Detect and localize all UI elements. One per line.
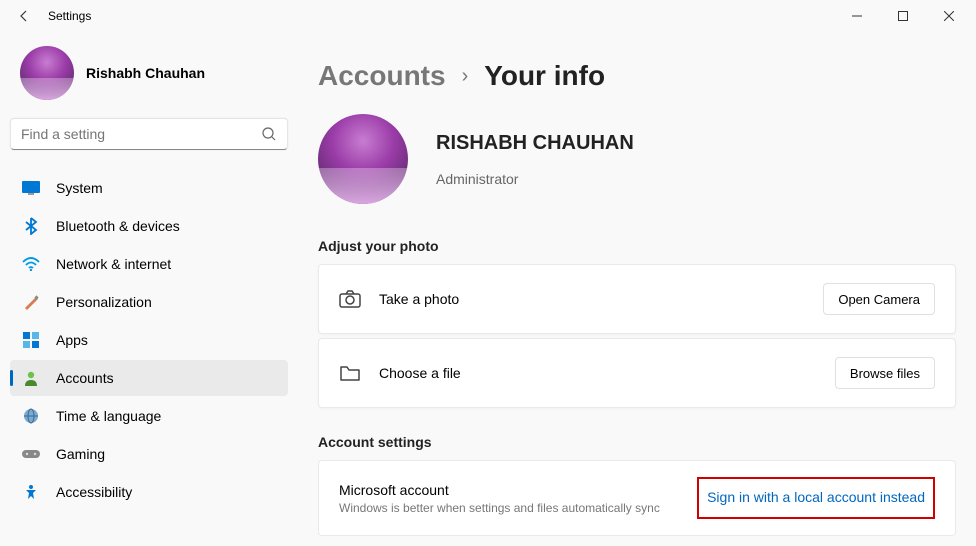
breadcrumb-parent[interactable]: Accounts (318, 60, 446, 92)
close-button[interactable] (926, 0, 972, 32)
sidebar-item-system[interactable]: System (10, 170, 288, 206)
folder-icon (339, 362, 361, 384)
search-input[interactable] (21, 126, 261, 142)
sidebar-item-accounts[interactable]: Accounts (10, 360, 288, 396)
minimize-icon (852, 11, 862, 21)
main-panel: Accounts › Your info RISHABH CHAUHAN Adm… (298, 32, 976, 546)
chevron-right-icon: › (462, 65, 469, 88)
microsoft-account-card: Microsoft account Windows is better when… (318, 460, 956, 536)
back-button[interactable] (4, 0, 44, 32)
breadcrumb: Accounts › Your info (318, 60, 956, 92)
search-icon (261, 126, 277, 142)
local-account-link[interactable]: Sign in with a local account instead (707, 489, 925, 505)
window-controls (834, 0, 972, 32)
section-heading-photo: Adjust your photo (318, 238, 956, 254)
choose-file-label: Choose a file (379, 365, 817, 381)
apps-icon (22, 331, 40, 349)
page-title: Your info (484, 60, 605, 92)
account-hero: RISHABH CHAUHAN Administrator (318, 114, 956, 204)
sidebar-item-label: Accounts (56, 370, 114, 386)
paintbrush-icon (22, 293, 40, 311)
nav: System Bluetooth & devices Network & int… (10, 170, 288, 510)
ms-account-subtitle: Windows is better when settings and file… (339, 501, 689, 515)
sidebar-item-label: Network & internet (56, 256, 171, 272)
section-heading-account: Account settings (318, 434, 956, 450)
display-icon (22, 179, 40, 197)
search-box[interactable] (10, 118, 288, 150)
wifi-icon (22, 255, 40, 273)
ms-account-title: Microsoft account (339, 482, 689, 498)
close-icon (944, 11, 954, 21)
sidebar-item-label: System (56, 180, 103, 196)
hero-name: RISHABH CHAUHAN (436, 132, 634, 155)
hero-avatar (318, 114, 408, 204)
open-camera-button[interactable]: Open Camera (823, 283, 935, 315)
sidebar-item-apps[interactable]: Apps (10, 322, 288, 358)
sidebar-item-label: Personalization (56, 294, 152, 310)
avatar (20, 46, 74, 100)
sidebar-item-label: Apps (56, 332, 88, 348)
sidebar-item-personalization[interactable]: Personalization (10, 284, 288, 320)
sidebar-item-label: Bluetooth & devices (56, 218, 180, 234)
maximize-button[interactable] (880, 0, 926, 32)
window-title: Settings (48, 9, 834, 23)
sidebar-item-label: Gaming (56, 446, 105, 462)
take-photo-label: Take a photo (379, 291, 805, 307)
sidebar-item-gaming[interactable]: Gaming (10, 436, 288, 472)
take-photo-card: Take a photo Open Camera (318, 264, 956, 334)
gaming-icon (22, 445, 40, 463)
camera-icon (339, 288, 361, 310)
accessibility-icon (22, 483, 40, 501)
minimize-button[interactable] (834, 0, 880, 32)
hero-role: Administrator (436, 171, 634, 187)
globe-icon (22, 407, 40, 425)
highlight-box: Sign in with a local account instead (697, 477, 935, 519)
profile-name: Rishabh Chauhan (86, 65, 205, 81)
choose-file-card: Choose a file Browse files (318, 338, 956, 408)
sidebar-item-label: Time & language (56, 408, 161, 424)
bluetooth-icon (22, 217, 40, 235)
person-icon (22, 369, 40, 387)
arrow-left-icon (16, 8, 32, 24)
sidebar-item-time[interactable]: Time & language (10, 398, 288, 434)
sidebar: Rishabh Chauhan System Bluetooth & devic… (0, 32, 298, 546)
sidebar-item-accessibility[interactable]: Accessibility (10, 474, 288, 510)
browse-files-button[interactable]: Browse files (835, 357, 935, 389)
sidebar-item-network[interactable]: Network & internet (10, 246, 288, 282)
profile-block[interactable]: Rishabh Chauhan (10, 40, 288, 118)
sidebar-item-label: Accessibility (56, 484, 132, 500)
maximize-icon (898, 11, 908, 21)
title-bar: Settings (0, 0, 976, 32)
sidebar-item-bluetooth[interactable]: Bluetooth & devices (10, 208, 288, 244)
